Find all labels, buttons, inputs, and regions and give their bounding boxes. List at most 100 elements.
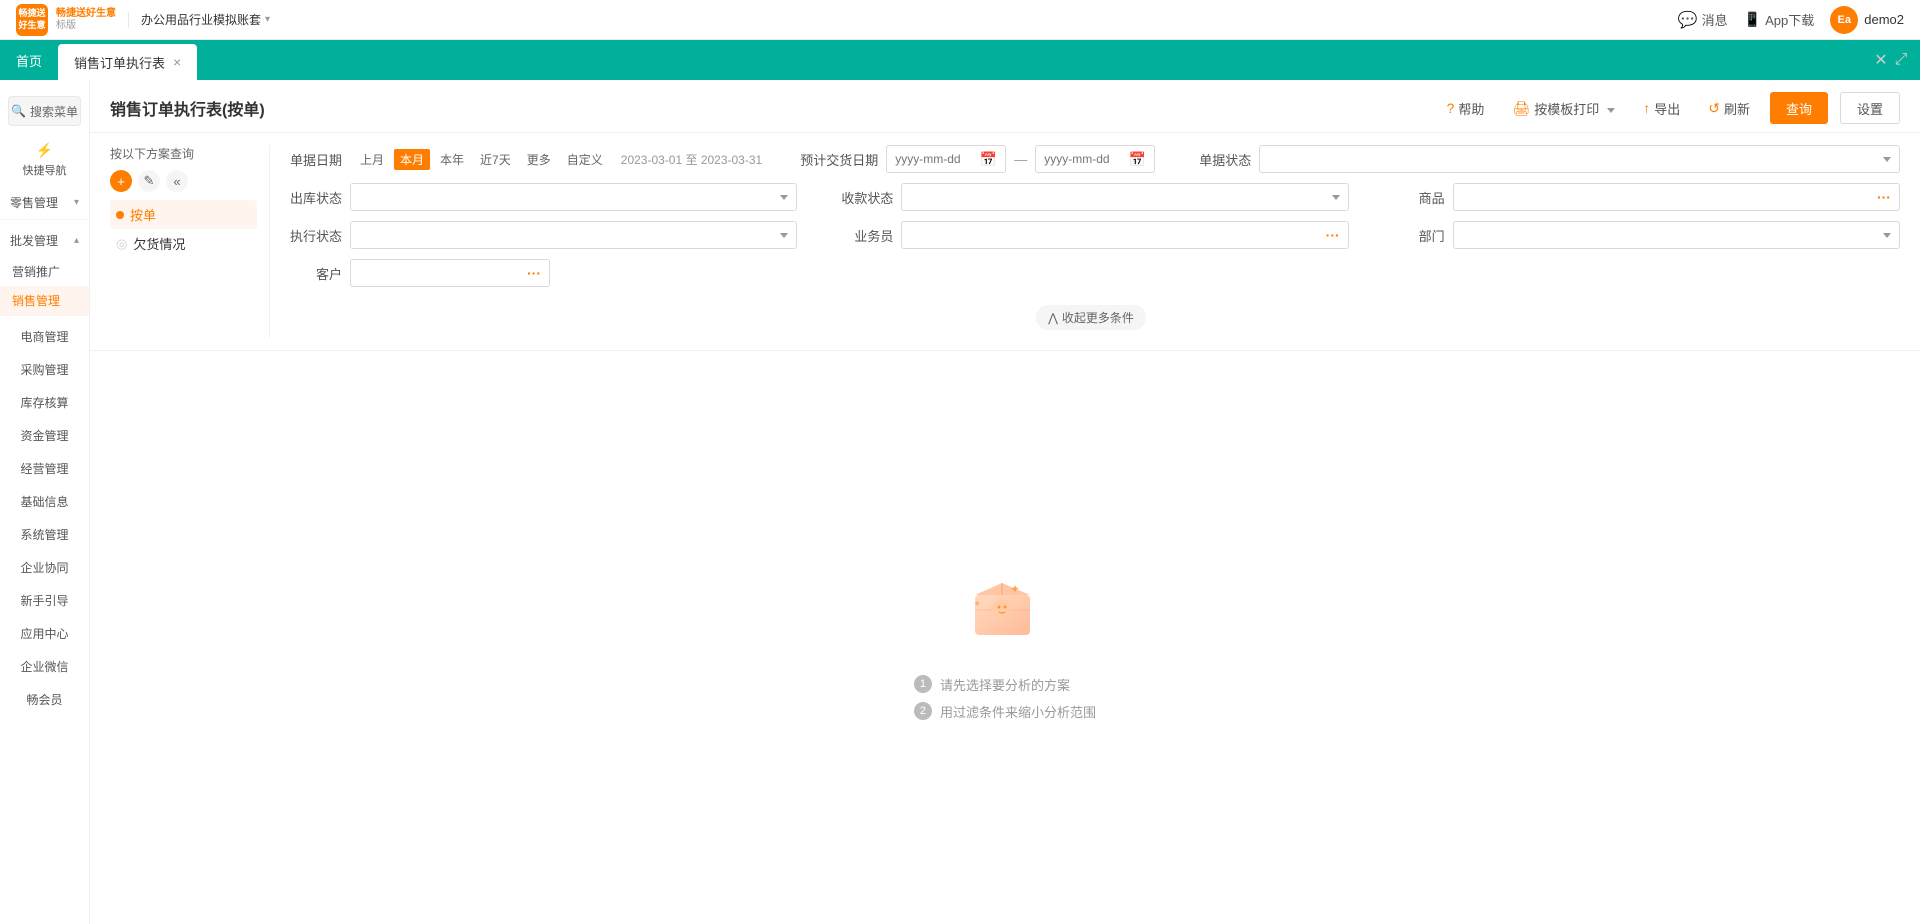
collapse-button[interactable]: ⋀ 收起更多条件 xyxy=(1036,305,1146,330)
shortcut-icon: ⚡ xyxy=(36,142,53,159)
date-tab-last7days[interactable]: 近7天 xyxy=(474,149,517,170)
page-title: 销售订单执行表(按单) xyxy=(110,96,265,120)
maximize-window-icon[interactable]: ⤢ xyxy=(1894,53,1908,67)
tab-home[interactable]: 首页 xyxy=(0,40,58,80)
sidebar-item-appcenter[interactable]: 应用中心 xyxy=(0,617,89,650)
sidebar-item-newbie[interactable]: 新手引导 xyxy=(0,584,89,617)
phone-icon: 📱 xyxy=(1744,11,1761,28)
help-label: 帮助 xyxy=(1458,99,1484,118)
message-label: 消息 xyxy=(1702,10,1728,29)
app-logo: 畅捷送好生意 xyxy=(16,4,48,36)
content-area: 销售订单执行表(按单) ? 帮助 🖨 按模板打印 ↑ 导出 ↺ 刷新 xyxy=(90,80,1920,924)
sidebar-item-ecommerce[interactable]: 电商管理 xyxy=(0,320,89,353)
filter-field-salesperson: 业务员 ··· xyxy=(833,221,1348,249)
delivery-status-select[interactable] xyxy=(350,183,797,211)
expected-date-end-input[interactable] xyxy=(1044,152,1124,166)
filter-scheme-actions: + ✎ « xyxy=(110,170,257,192)
scheme-label-欠货情况: 欠货情况 xyxy=(133,234,185,253)
exec-status-select[interactable] xyxy=(350,221,797,249)
sidebar-item-shortcut[interactable]: ⚡ 快捷导航 xyxy=(0,134,89,186)
date-tab-thismonth[interactable]: 本月 xyxy=(394,149,430,170)
filter-scheme-title-text: 按以下方案查询 xyxy=(110,145,194,162)
expected-date-start-input[interactable] xyxy=(895,152,975,166)
sidebar-item-retail[interactable]: 零售管理 ▾ xyxy=(0,186,89,219)
main-layout: 🔍 帮助 搜索菜单 ⚡ 快捷导航 零售管理 ▾ 批发管理 ▴ 营销推广 xyxy=(0,80,1920,924)
calendar-end-icon[interactable]: 📅 xyxy=(1129,151,1146,168)
sidebar-item-basic[interactable]: 基础信息 xyxy=(0,485,89,518)
date-tab-custom[interactable]: 自定义 xyxy=(561,149,609,170)
payment-dropdown-icon xyxy=(1332,195,1340,200)
sidebar-item-wechat[interactable]: 企业微信 xyxy=(0,650,89,683)
export-label: 导出 xyxy=(1654,99,1680,118)
user-profile[interactable]: Ea demo2 xyxy=(1830,6,1904,34)
customer-select[interactable]: ··· xyxy=(350,259,550,287)
chevron-down-icon-retail: ▾ xyxy=(74,197,79,208)
print-icon: 🖨 xyxy=(1512,100,1530,117)
sidebar-item-operations[interactable]: 经营管理 xyxy=(0,452,89,485)
hint-num-2: 2 xyxy=(914,702,932,720)
date-tabs: 上月 本月 本年 近7天 更多 自定义 xyxy=(354,149,609,170)
goods-select[interactable]: ··· xyxy=(1453,183,1900,211)
order-status-label: 单据状态 xyxy=(1191,150,1251,169)
sidebar-sub-sales[interactable]: 销售管理 xyxy=(0,286,89,315)
template-print-button[interactable]: 🖨 按模板打印 xyxy=(1504,95,1623,122)
message-button[interactable]: 💬 消息 xyxy=(1678,10,1728,30)
refresh-button[interactable]: ↺ 刷新 xyxy=(1700,95,1758,122)
edit-icon: ✎ xyxy=(144,173,155,189)
sidebar-item-finance[interactable]: 资金管理 xyxy=(0,419,89,452)
query-button[interactable]: 查询 xyxy=(1770,92,1828,124)
hint-num-1: 1 xyxy=(914,675,932,693)
collapse-icon: « xyxy=(173,174,180,189)
tab-sales-order[interactable]: 销售订单执行表 × xyxy=(58,44,197,80)
sidebar-group-wholesale: 批发管理 ▴ 营销推广 销售管理 xyxy=(0,224,89,316)
hint-text-2: 用过滤条件来缩小分析范围 xyxy=(940,702,1096,721)
sidebar-item-purchase[interactable]: 采购管理 xyxy=(0,353,89,386)
add-scheme-button[interactable]: + xyxy=(110,170,132,192)
empty-state: ✦ ✦ 1 请先选择要分析的方案 2 用过滤条件来缩小分析范围 xyxy=(90,351,1920,924)
expected-date-end[interactable]: 📅 xyxy=(1035,145,1155,173)
customer-ellipsis[interactable]: ··· xyxy=(527,265,541,281)
date-tab-thisyear[interactable]: 本年 xyxy=(434,149,470,170)
filter-row-1: 单据日期 上月 本月 本年 近7天 更多 自定义 2023-03-01 至 20… xyxy=(282,145,1900,173)
breadcrumb-arrow: ▾ xyxy=(265,14,270,25)
hint-text-1: 请先选择要分析的方案 xyxy=(940,675,1070,694)
close-window-icon[interactable]: ✕ xyxy=(1874,53,1888,67)
scheme-item-按单[interactable]: 按单 xyxy=(110,200,257,229)
app-download-button[interactable]: 📱 App下载 xyxy=(1744,10,1815,29)
order-status-select[interactable] xyxy=(1259,145,1900,173)
template-print-label: 按模板打印 xyxy=(1534,99,1599,118)
sidebar-item-wholesale[interactable]: 批发管理 ▴ xyxy=(0,224,89,257)
salesperson-select[interactable]: ··· xyxy=(901,221,1348,249)
settings-button[interactable]: 设置 xyxy=(1840,92,1900,124)
payment-status-select[interactable] xyxy=(901,183,1348,211)
sidebar-item-member[interactable]: 畅会员 xyxy=(0,683,89,716)
sidebar-item-cooperation[interactable]: 企业协同 xyxy=(0,551,89,584)
company-breadcrumb[interactable]: 办公用品行业模拟账套 ▾ xyxy=(141,11,270,28)
exec-status-label: 执行状态 xyxy=(282,226,342,245)
filter-field-delivery-status: 出库状态 xyxy=(282,183,797,211)
sidebar-sub-marketing[interactable]: 营销推广 xyxy=(0,257,89,286)
calendar-start-icon[interactable]: 📅 xyxy=(980,151,997,168)
collapse-scheme-button[interactable]: « xyxy=(166,170,188,192)
sidebar-item-inventory[interactable]: 库存核算 xyxy=(0,386,89,419)
search-menu-button[interactable]: 🔍 帮助 搜索菜单 xyxy=(8,96,81,126)
goods-ellipsis[interactable]: ··· xyxy=(1877,189,1891,205)
settings-label: 设置 xyxy=(1857,99,1883,118)
date-tab-more[interactable]: 更多 xyxy=(521,149,557,170)
goods-label: 商品 xyxy=(1385,188,1445,207)
expected-date-start[interactable]: 📅 xyxy=(886,145,1006,173)
collapse-label: 收起更多条件 xyxy=(1062,309,1134,326)
svg-text:✦: ✦ xyxy=(1010,582,1020,596)
add-icon: + xyxy=(117,174,125,189)
date-tab-lastmonth[interactable]: 上月 xyxy=(354,149,390,170)
collapse-row: ⋀ 收起更多条件 xyxy=(282,297,1900,338)
scheme-item-欠货情况[interactable]: ◎ 欠货情况 xyxy=(110,229,257,258)
tab-close-icon[interactable]: × xyxy=(173,54,181,70)
filter-field-dept: 部门 xyxy=(1385,221,1900,249)
edit-scheme-button[interactable]: ✎ xyxy=(138,170,160,192)
sidebar-item-system[interactable]: 系统管理 xyxy=(0,518,89,551)
salesperson-ellipsis[interactable]: ··· xyxy=(1326,227,1340,243)
dept-select[interactable] xyxy=(1453,221,1900,249)
export-button[interactable]: ↑ 导出 xyxy=(1635,95,1688,122)
help-button[interactable]: ? 帮助 xyxy=(1439,95,1493,122)
